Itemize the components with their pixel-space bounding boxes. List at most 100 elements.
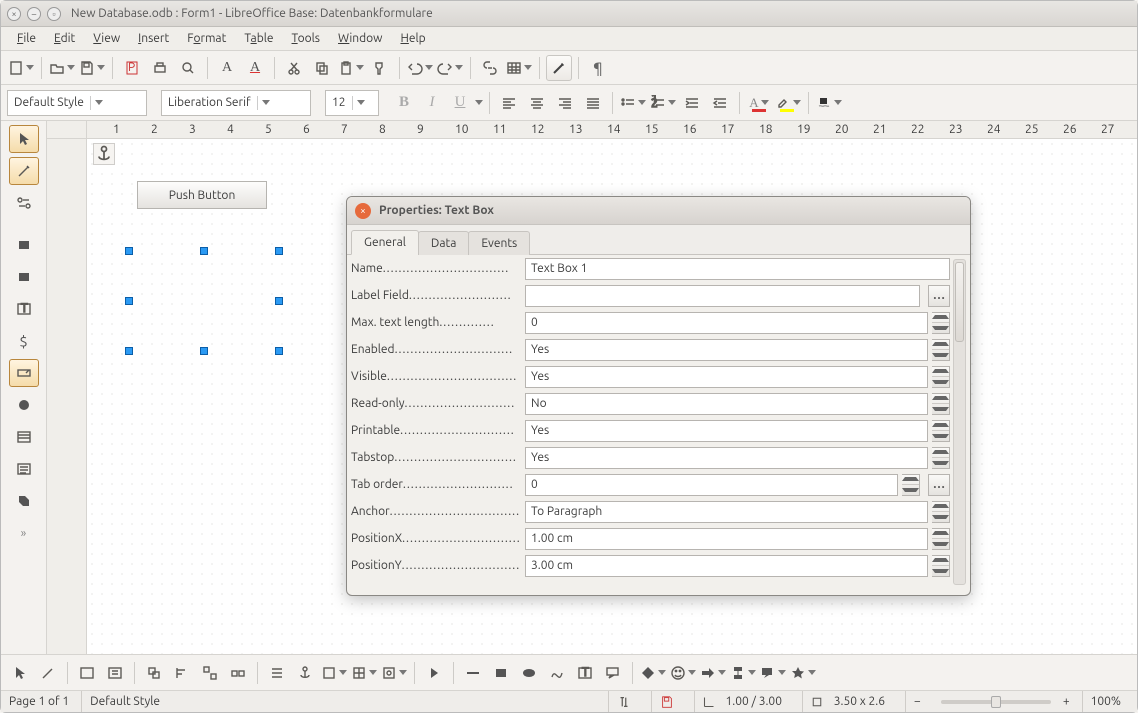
spin-enabled[interactable] xyxy=(932,339,950,361)
combobox-tool[interactable] xyxy=(9,455,39,483)
font-name-combo[interactable]: Liberation Serif xyxy=(161,90,311,116)
format-paintbrush-button[interactable] xyxy=(367,55,393,81)
snap-button[interactable] xyxy=(380,660,408,686)
open-button[interactable] xyxy=(48,55,76,81)
input-posy[interactable]: 3.00 cm xyxy=(525,555,928,577)
tab-events[interactable]: Events xyxy=(468,231,530,255)
align-right-button[interactable] xyxy=(552,90,578,116)
design-mode-button[interactable] xyxy=(35,660,61,686)
increase-indent-button[interactable] xyxy=(679,90,705,116)
select-tool[interactable] xyxy=(9,125,39,153)
input-taborder[interactable]: 0 xyxy=(525,474,898,496)
paste-button[interactable] xyxy=(337,55,365,81)
align-justify-button[interactable] xyxy=(580,90,606,116)
input-printable[interactable]: Yes xyxy=(525,420,928,442)
flowchart-icon[interactable] xyxy=(729,660,757,686)
spin-visible[interactable] xyxy=(932,366,950,388)
form-button[interactable] xyxy=(74,660,100,686)
text-icon[interactable]: T xyxy=(572,660,598,686)
spin-taborder[interactable] xyxy=(902,474,920,496)
tab-order-button[interactable] xyxy=(264,660,290,686)
print-preview-button[interactable] xyxy=(175,55,201,81)
diamond-icon[interactable] xyxy=(639,660,667,686)
undo-button[interactable] xyxy=(406,55,434,81)
align-left-button[interactable] xyxy=(496,90,522,116)
align-button[interactable] xyxy=(169,660,195,686)
line-tool[interactable] xyxy=(9,157,39,185)
rectangle2-tool[interactable] xyxy=(9,263,39,291)
tab-general[interactable]: General xyxy=(351,230,419,255)
zoom-value[interactable]: 100% xyxy=(1082,691,1129,712)
align-center-button[interactable] xyxy=(524,90,550,116)
close-window-icon[interactable]: × xyxy=(7,7,21,21)
tab-data[interactable]: Data xyxy=(418,231,470,255)
spin-printable[interactable] xyxy=(932,420,950,442)
listbox-tool[interactable] xyxy=(9,423,39,451)
highlight-color-button[interactable] xyxy=(774,90,802,116)
currency-tool[interactable]: $ xyxy=(9,327,39,355)
ellipse-tool[interactable] xyxy=(9,391,39,419)
star-icon[interactable] xyxy=(789,660,817,686)
callout2-icon[interactable] xyxy=(759,660,787,686)
input-maxlen[interactable]: 0 xyxy=(525,312,928,334)
group-button[interactable] xyxy=(197,660,223,686)
spin-readonly[interactable] xyxy=(932,393,950,415)
spin-posy[interactable] xyxy=(932,555,950,577)
table-button[interactable] xyxy=(505,55,533,81)
more-tool[interactable]: » xyxy=(9,519,39,547)
rect-icon[interactable] xyxy=(488,660,514,686)
arrow-shape-icon[interactable] xyxy=(699,660,727,686)
position-button[interactable] xyxy=(141,660,167,686)
grid-button[interactable] xyxy=(350,660,378,686)
ellipse-icon[interactable] xyxy=(516,660,542,686)
redo-button[interactable] xyxy=(436,55,464,81)
input-labelfield[interactable] xyxy=(525,285,920,307)
menu-tools[interactable]: Tools xyxy=(284,29,329,48)
menu-help[interactable]: Help xyxy=(392,29,433,48)
input-posx[interactable]: 1.00 cm xyxy=(525,528,928,550)
formatting-marks-button[interactable]: ¶ xyxy=(585,55,611,81)
zoom-slider[interactable] xyxy=(941,700,1051,704)
draw-functions-button[interactable] xyxy=(546,55,572,81)
input-tabstop[interactable]: Yes xyxy=(525,447,928,469)
control-button[interactable] xyxy=(102,660,128,686)
taborder-more-button[interactable]: … xyxy=(928,474,950,496)
menu-format[interactable]: Format xyxy=(179,29,234,48)
menu-table[interactable]: Table xyxy=(236,29,281,48)
paragraph-style-combo[interactable]: Default Style xyxy=(7,90,147,116)
form-text-box-selected[interactable] xyxy=(129,251,279,351)
italic-button[interactable]: I xyxy=(419,90,445,116)
textbox-tool[interactable]: T xyxy=(9,295,39,323)
form-push-button[interactable]: Push Button xyxy=(137,181,267,209)
menu-insert[interactable]: Insert xyxy=(130,29,177,48)
spin-maxlen[interactable] xyxy=(932,312,950,334)
input-name[interactable]: Text Box 1 xyxy=(525,258,950,280)
zoom-out-button[interactable]: − xyxy=(905,691,929,712)
hyperlink-button[interactable] xyxy=(477,55,503,81)
export-pdf-button[interactable]: P xyxy=(119,55,145,81)
new-doc-button[interactable] xyxy=(7,55,35,81)
numbering-button[interactable]: 12 xyxy=(649,90,677,116)
status-save-icon[interactable] xyxy=(651,691,682,712)
anchor-button[interactable] xyxy=(292,660,318,686)
bold-button[interactable]: B xyxy=(391,90,417,116)
input-visible[interactable]: Yes xyxy=(525,366,928,388)
underline-button[interactable]: U xyxy=(447,90,473,116)
bullets-button[interactable] xyxy=(619,90,647,116)
font-size-combo[interactable]: 12 xyxy=(325,90,379,116)
fields-button[interactable] xyxy=(320,660,348,686)
dialog-close-icon[interactable]: × xyxy=(355,203,371,219)
curve-icon[interactable] xyxy=(544,660,570,686)
minimize-window-icon[interactable]: – xyxy=(27,7,41,21)
labelfield-more-button[interactable]: … xyxy=(928,285,950,307)
save-button[interactable] xyxy=(78,55,106,81)
decrease-indent-button[interactable] xyxy=(707,90,733,116)
input-readonly[interactable]: No xyxy=(525,393,928,415)
font-color-button[interactable]: A xyxy=(746,90,772,116)
input-anchor[interactable]: To Paragraph xyxy=(525,501,928,523)
anchor-icon[interactable] xyxy=(93,143,115,165)
slider-tool[interactable] xyxy=(9,189,39,217)
label-tool[interactable] xyxy=(9,359,39,387)
tag-tool[interactable] xyxy=(9,487,39,515)
menu-file[interactable]: File xyxy=(9,29,44,48)
